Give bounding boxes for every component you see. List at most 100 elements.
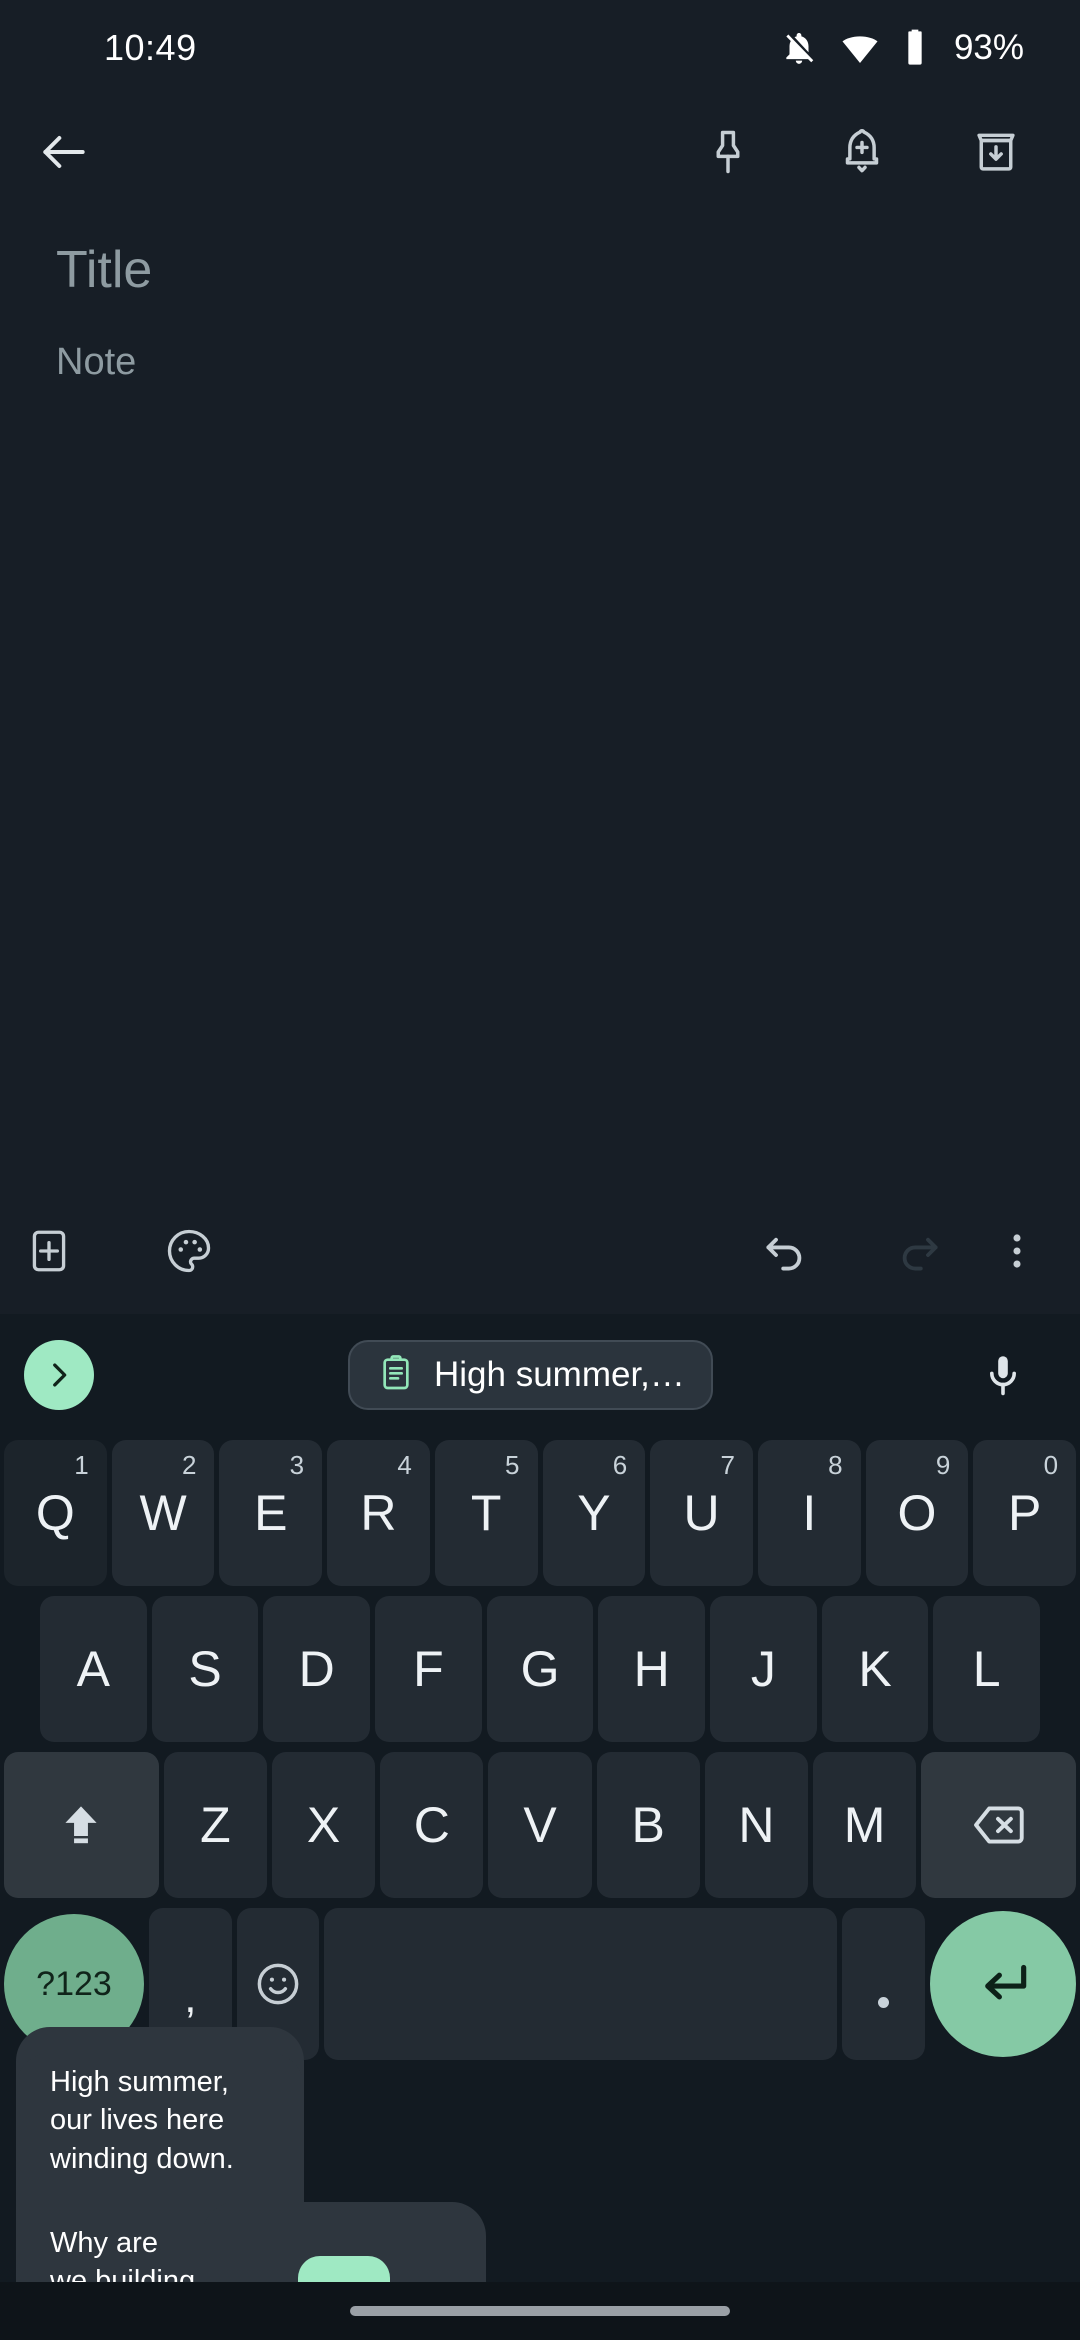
key-a[interactable]: A (40, 1596, 147, 1742)
key-t[interactable]: 5 T (434, 1440, 538, 1586)
key-f[interactable]: F (375, 1596, 482, 1742)
status-time: 10:49 (104, 27, 197, 68)
clipboard-item[interactable]: High summer, our lives here winding down… (16, 2057, 304, 2200)
key-o-label: O (897, 1485, 937, 1541)
note-title-input[interactable]: Title (56, 238, 1024, 303)
key-t-sup: 5 (505, 1450, 520, 1480)
palette-icon[interactable] (140, 1202, 238, 1300)
notifications-off-icon (780, 29, 818, 67)
key-q-sup: 1 (74, 1450, 89, 1480)
key-b[interactable]: B (596, 1752, 700, 1898)
note-body-input[interactable]: Note (56, 336, 1024, 389)
key-i-label: I (802, 1485, 817, 1541)
enter-key[interactable] (930, 1908, 1076, 2060)
key-l-label: L (972, 1641, 1001, 1697)
add-box-icon[interactable] (0, 1202, 98, 1300)
key-u[interactable]: 7 U (650, 1440, 753, 1586)
phone-screen: 10:49 93% Title Note High summer,… 1 Q 2… (0, 0, 1080, 2340)
key-k[interactable]: K (821, 1596, 929, 1742)
undo-icon[interactable] (736, 1202, 834, 1300)
key-e[interactable]: 3 E (219, 1440, 323, 1586)
key-q-label: Q (35, 1485, 75, 1541)
key-d[interactable]: D (263, 1596, 371, 1742)
period-key[interactable] (842, 1908, 925, 2060)
key-g[interactable]: G (486, 1596, 594, 1742)
archive-icon[interactable] (948, 104, 1044, 200)
back-button[interactable] (16, 104, 112, 200)
key-p[interactable]: 0 P (973, 1440, 1077, 1586)
key-s-label: S (188, 1641, 222, 1697)
space-key[interactable] (324, 1908, 838, 2060)
key-q[interactable]: 1 Q (4, 1440, 107, 1586)
pin-icon[interactable] (680, 104, 776, 200)
key-w-sup: 2 (181, 1450, 197, 1480)
battery-percent: 93% (953, 28, 1024, 67)
key-r-sup: 4 (397, 1450, 412, 1480)
add-reminder-icon[interactable] (814, 104, 910, 200)
key-i-sup: 8 (828, 1450, 843, 1480)
key-l[interactable]: L (933, 1596, 1041, 1742)
key-g-label: G (520, 1641, 560, 1697)
keyboard-row-2: A S D F G H J K L (0, 1596, 1080, 1742)
home-gesture-handle[interactable] (350, 2306, 730, 2316)
key-c-label: C (413, 1797, 450, 1853)
key-w[interactable]: 2 W (111, 1440, 215, 1586)
status-bar: 10:49 93% (0, 0, 1080, 96)
period-key-dot (878, 1996, 890, 2008)
app-bar-actions (680, 104, 1044, 200)
battery-icon (902, 28, 928, 68)
key-k-label: K (858, 1641, 892, 1697)
clipboard-suggestion-chip[interactable]: High summer,… (348, 1340, 713, 1410)
key-i[interactable]: 8 I (757, 1440, 861, 1586)
key-e-label: E (254, 1485, 288, 1541)
key-y[interactable]: 6 Y (542, 1440, 646, 1586)
key-u-sup: 7 (720, 1450, 735, 1480)
comma-key-label: , (184, 1973, 197, 2022)
wifi-icon (840, 28, 880, 68)
symbols-key-label: ?123 (36, 1964, 112, 2003)
key-w-label: W (139, 1485, 187, 1541)
key-m[interactable]: M (813, 1752, 917, 1898)
expand-toolbar-button[interactable] (24, 1340, 94, 1410)
navigation-bar (0, 2282, 1080, 2340)
keyboard-row-1: 1 Q 2 W 3 E 4 R 5 T 6 Y 7 U 8 I 9 O 0 P (0, 1440, 1080, 1586)
key-c[interactable]: C (380, 1752, 484, 1898)
key-f-label: F (413, 1641, 444, 1697)
clipboard-chip-text: High summer,… (434, 1355, 685, 1394)
key-p-sup: 0 (1043, 1450, 1059, 1480)
suggestion-strip: High summer,… (0, 1314, 1080, 1436)
key-s[interactable]: S (151, 1596, 259, 1742)
key-m-label: M (843, 1797, 886, 1853)
key-o[interactable]: 9 O (865, 1440, 969, 1586)
key-n[interactable]: N (704, 1752, 809, 1898)
note-editor: Title Note (0, 212, 1080, 1192)
key-o-sup: 9 (935, 1450, 951, 1480)
clipboard-icon (376, 1353, 416, 1398)
key-z[interactable]: Z (163, 1752, 267, 1898)
backspace-key[interactable] (921, 1752, 1077, 1898)
key-b-label: B (631, 1797, 665, 1853)
key-y-label: Y (577, 1485, 611, 1541)
key-x[interactable]: X (272, 1752, 376, 1898)
key-t-label: T (470, 1485, 502, 1541)
key-n-label: N (738, 1797, 775, 1853)
key-d-label: D (298, 1641, 335, 1697)
redo-icon[interactable] (870, 1202, 968, 1300)
keyboard-row-3: Z X C V B N M (0, 1752, 1080, 1898)
key-u-label: U (683, 1485, 720, 1541)
key-v[interactable]: V (488, 1752, 592, 1898)
more-options-icon[interactable] (968, 1202, 1066, 1300)
key-x-label: X (306, 1797, 341, 1853)
voice-input-button[interactable] (970, 1342, 1036, 1408)
shift-key[interactable] (4, 1752, 159, 1898)
key-p-label: P (1008, 1485, 1042, 1541)
key-a-label: A (76, 1641, 111, 1697)
key-j-label: J (750, 1641, 776, 1697)
app-bar (0, 104, 1080, 200)
key-h-label: H (633, 1641, 670, 1697)
key-r[interactable]: 4 R (327, 1440, 430, 1586)
key-j[interactable]: J (710, 1596, 817, 1742)
key-z-label: Z (200, 1797, 231, 1853)
key-v-label: V (523, 1797, 557, 1853)
key-h[interactable]: H (598, 1596, 706, 1742)
